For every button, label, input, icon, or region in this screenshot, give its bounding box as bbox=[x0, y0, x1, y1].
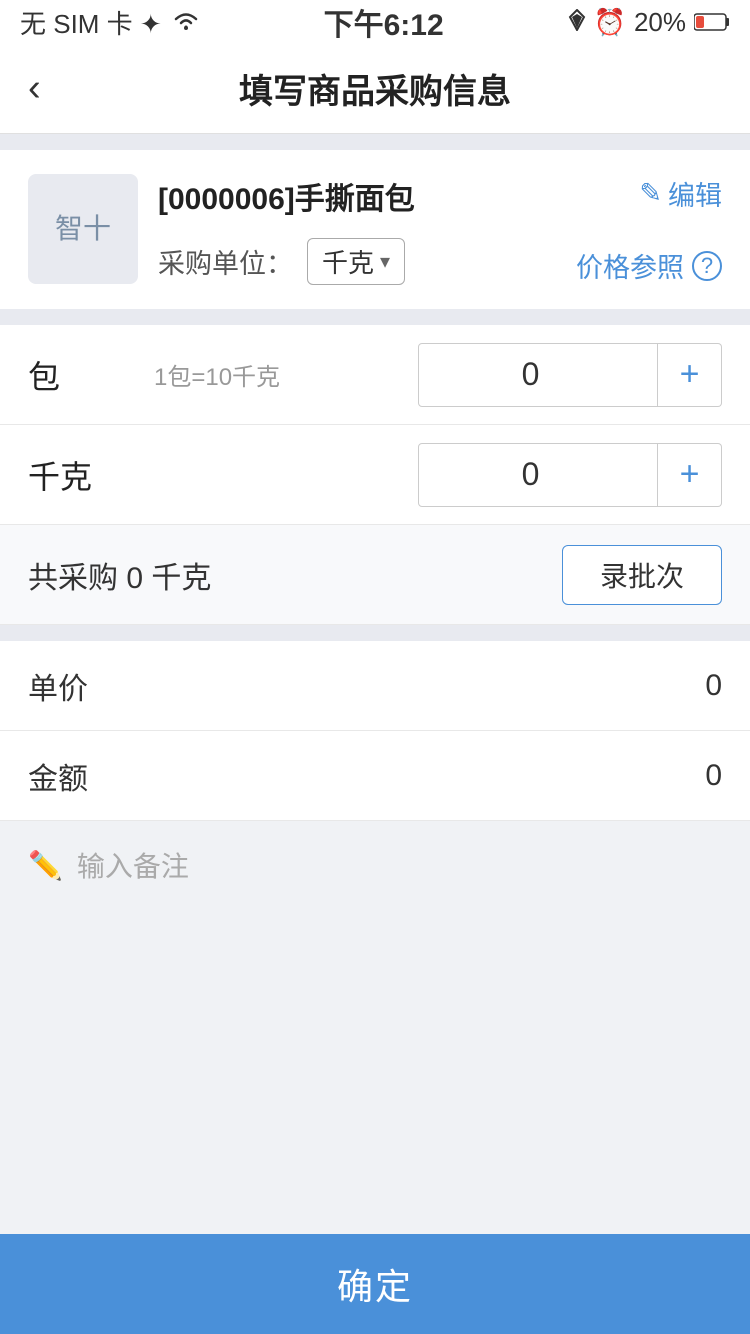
purchase-unit-label: 采购单位： bbox=[158, 242, 293, 281]
price-ref-label: 价格参照 bbox=[576, 246, 684, 285]
product-logo: 智十 bbox=[55, 212, 111, 246]
package-plus-button[interactable]: + bbox=[658, 343, 722, 407]
kg-quantity-input[interactable] bbox=[418, 443, 658, 507]
status-left: 无 SIM 卡 ✦ bbox=[20, 4, 200, 41]
unit-price-value: 0 bbox=[705, 669, 722, 703]
price-ref-button[interactable]: 价格参照 ? bbox=[576, 246, 722, 285]
help-icon: ? bbox=[692, 251, 722, 281]
page-title: 填写商品采购信息 bbox=[239, 64, 511, 113]
kg-plus-button[interactable]: + bbox=[658, 443, 722, 507]
back-button[interactable]: ‹ bbox=[28, 67, 41, 110]
unit-price-row: 单价 0 bbox=[0, 641, 750, 731]
input-section: 包 1包=10千克 + 千克 + 共采购 0 千克 录批次 bbox=[0, 325, 750, 625]
edit-label: 编辑 bbox=[668, 174, 722, 213]
package-input-group: + bbox=[418, 343, 722, 407]
package-input-row: 包 1包=10千克 + bbox=[0, 325, 750, 425]
amount-value: 0 bbox=[705, 759, 722, 793]
kg-input-group: + bbox=[418, 443, 722, 507]
summary-section: 单价 0 金额 0 bbox=[0, 641, 750, 821]
dropdown-icon: ▾ bbox=[380, 249, 390, 274]
package-quantity-input[interactable] bbox=[418, 343, 658, 407]
status-right: ⏰ 20% bbox=[568, 7, 730, 38]
status-bar: 无 SIM 卡 ✦ 下午6:12 ⏰ 20% bbox=[0, 0, 750, 44]
pencil-icon: ✏️ bbox=[28, 849, 63, 882]
unit-price-label: 单价 bbox=[28, 664, 88, 708]
location-icon bbox=[568, 7, 586, 38]
remark-placeholder: 输入备注 bbox=[77, 845, 189, 885]
wifi-icon bbox=[172, 7, 200, 38]
confirm-button[interactable]: 确定 bbox=[0, 1234, 750, 1334]
battery-text: 20% bbox=[634, 7, 686, 38]
amount-row: 金额 0 bbox=[0, 731, 750, 821]
package-label: 包 bbox=[28, 352, 148, 398]
amount-label: 金额 bbox=[28, 754, 88, 798]
total-label: 共采购 0 千克 bbox=[28, 553, 211, 597]
kg-label: 千克 bbox=[28, 452, 148, 498]
kg-input-row: 千克 + bbox=[0, 425, 750, 525]
product-thumbnail: 智十 bbox=[28, 174, 138, 284]
status-time: 下午6:12 bbox=[324, 0, 444, 44]
edit-icon: ✎ bbox=[639, 178, 662, 209]
sim-text: 无 SIM 卡 ✦ bbox=[20, 4, 162, 41]
mid-divider-2 bbox=[0, 625, 750, 641]
unit-value: 千克 bbox=[322, 243, 374, 280]
product-name: [0000006]手撕面包 bbox=[158, 174, 722, 218]
alarm-icon: ⏰ bbox=[594, 7, 626, 38]
edit-button[interactable]: ✎ 编辑 bbox=[639, 174, 722, 213]
package-sublabel: 1包=10千克 bbox=[154, 357, 280, 392]
battery-icon bbox=[694, 7, 730, 38]
nav-bar: ‹ 填写商品采购信息 bbox=[0, 44, 750, 134]
unit-selector[interactable]: 千克 ▾ bbox=[307, 238, 405, 285]
total-row: 共采购 0 千克 录批次 bbox=[0, 525, 750, 625]
top-divider bbox=[0, 134, 750, 150]
record-batch-button[interactable]: 录批次 bbox=[562, 545, 722, 605]
product-card: 智十 [0000006]手撕面包 采购单位： 千克 ▾ ✎ 编辑 价格参照 ? bbox=[0, 150, 750, 309]
mid-divider-1 bbox=[0, 309, 750, 325]
remark-section[interactable]: ✏️ 输入备注 bbox=[0, 821, 750, 909]
content-area bbox=[0, 909, 750, 1249]
